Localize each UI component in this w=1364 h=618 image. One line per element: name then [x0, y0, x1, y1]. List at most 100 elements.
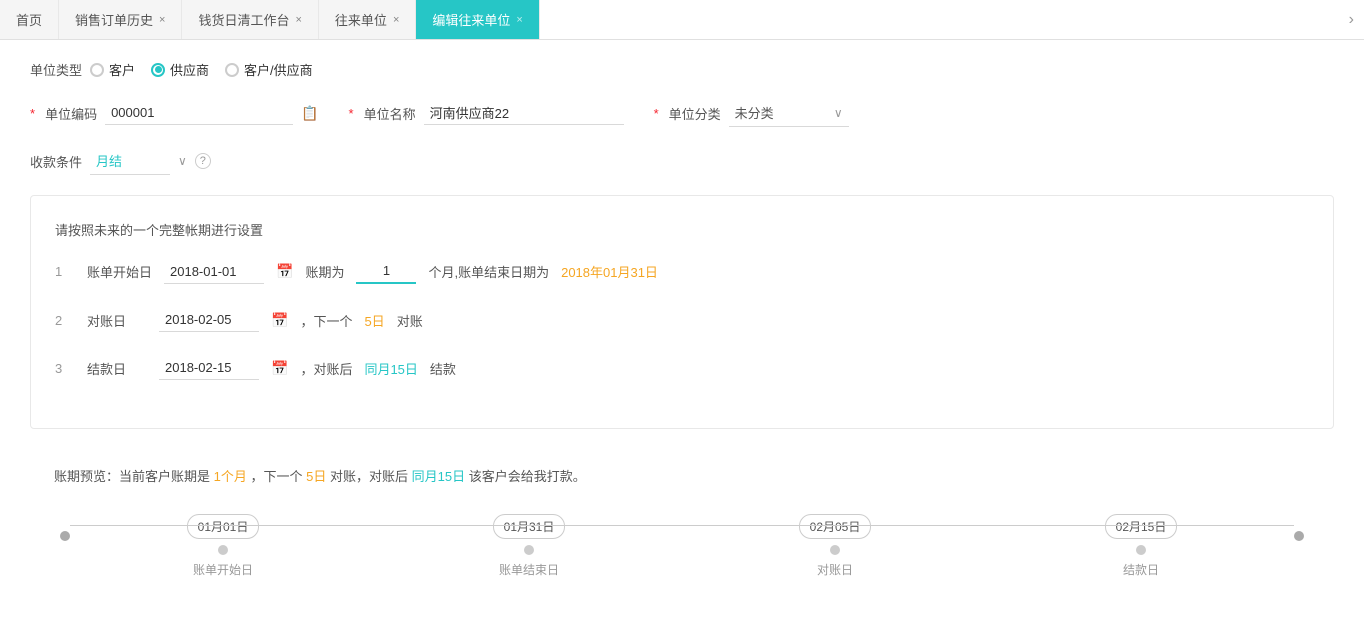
timeline-inner: 01月01日 账单开始日 01月31日 账单结束日 02月05日 对账 — [70, 514, 1294, 578]
timeline-item-4: 02月15日 结款日 — [1105, 514, 1178, 578]
tab-partners[interactable]: 往来单位 × — [319, 0, 416, 39]
row-label-1: 账单开始日 — [87, 262, 152, 281]
reconcile-suffix-before: ，下一个 — [300, 311, 352, 330]
unit-category-value: 未分类 — [735, 103, 774, 122]
radio-supplier[interactable]: 供应商 — [151, 60, 209, 79]
unit-info-row: * 单位编码 📋 * 单位名称 * 单位分类 未分类 ∨ — [30, 99, 1334, 127]
preview-highlight2: 5日 — [306, 469, 326, 484]
timeline-dot-4 — [1136, 545, 1146, 555]
unit-category-star: * — [654, 106, 659, 121]
timeline-line — [70, 525, 1294, 526]
row-num-2: 2 — [55, 313, 75, 328]
payment-suffix-before: ，对账后 — [300, 359, 352, 378]
unit-code-input[interactable] — [105, 101, 293, 125]
payment-terms-row: 收款条件 月结 ∨ ? — [30, 147, 1334, 175]
tab-partners-label: 往来单位 — [335, 10, 387, 29]
tab-sales-history[interactable]: 销售订单历史 × — [59, 0, 182, 39]
unit-code-star: * — [30, 106, 35, 121]
timeline-section: 01月01日 账单开始日 01月31日 账单结束日 02月05日 对账 — [30, 504, 1334, 598]
tab-cash-workbench-close[interactable]: × — [295, 14, 301, 26]
preview-sep2: 对账，对账后 — [330, 469, 408, 484]
unit-category-dropdown[interactable]: 未分类 ∨ — [729, 99, 849, 127]
timeline-item-3: 02月05日 对账日 — [799, 514, 872, 578]
preview-prefix: 账期预览：当前客户账期是 — [54, 469, 210, 484]
reconcile-date-input[interactable] — [159, 308, 259, 332]
preview-suffix: 该客户会给我打款。 — [469, 469, 586, 484]
unit-type-row: 单位类型 客户 供应商 客户/供应商 — [30, 60, 1334, 79]
timeline-dot-1 — [218, 545, 228, 555]
tab-cash-workbench-label: 钱货日清工作台 — [198, 10, 289, 29]
payment-suffix-after: 结款 — [430, 359, 456, 378]
start-date-calendar-icon[interactable]: 📅 — [276, 263, 293, 280]
tab-partners-close[interactable]: × — [393, 14, 399, 26]
row-num-3: 3 — [55, 361, 75, 376]
unit-name-group: * 单位名称 — [349, 101, 624, 125]
payment-terms-arrow[interactable]: ∨ — [178, 154, 187, 168]
unit-code-label: 单位编码 — [45, 104, 97, 123]
timeline-item-1: 01月01日 账单开始日 — [187, 514, 260, 578]
reconcile-highlight: 5日 — [364, 311, 384, 330]
radio-customer[interactable]: 客户 — [90, 60, 135, 79]
period-end-date: 2018年01月31日 — [561, 262, 658, 281]
tab-home[interactable]: 首页 — [0, 0, 59, 39]
payment-terms-label: 收款条件 — [30, 152, 82, 171]
unit-category-group: * 单位分类 未分类 ∨ — [654, 99, 849, 127]
unit-type-group: 单位类型 客户 供应商 客户/供应商 — [30, 60, 313, 79]
timeline-badge-4: 02月15日 — [1105, 514, 1178, 539]
unit-category-label: 单位分类 — [669, 104, 721, 123]
radio-both-circle — [225, 63, 239, 77]
unit-name-input[interactable] — [424, 101, 624, 125]
preview-highlight1: 1个月 — [214, 469, 247, 484]
timeline-end-dot — [1294, 531, 1304, 541]
main-content: 单位类型 客户 供应商 客户/供应商 * 单位编码 — [0, 40, 1364, 618]
preview-sep1: ，下一个 — [251, 469, 303, 484]
timeline-badge-1: 01月01日 — [187, 514, 260, 539]
radio-customer-circle — [90, 63, 104, 77]
radio-both-label: 客户/供应商 — [244, 60, 313, 79]
preview-section: 账期预览：当前客户账期是 1个月 ，下一个 5日 对账，对账后 同月15日 该客… — [30, 449, 1334, 504]
help-icon[interactable]: ? — [195, 153, 211, 169]
timeline-label-2: 账单结束日 — [499, 561, 559, 578]
copy-icon[interactable]: 📋 — [301, 105, 318, 122]
timeline-badge-3: 02月05日 — [799, 514, 872, 539]
tab-edit-partner[interactable]: 编辑往来单位 × — [416, 0, 539, 39]
timeline-start-dot — [60, 531, 70, 541]
reconcile-date-calendar-icon[interactable]: 📅 — [271, 312, 288, 329]
payment-highlight: 同月15日 — [364, 359, 417, 378]
tab-edit-partner-close[interactable]: × — [516, 14, 522, 26]
unit-code-group: * 单位编码 📋 — [30, 101, 319, 125]
tab-cash-workbench[interactable]: 钱货日清工作台 × — [182, 0, 318, 39]
timeline-label-4: 结款日 — [1123, 561, 1159, 578]
settings-panel: 请按照未来的一个完整帐期进行设置 1 账单开始日 📅 账期为 个月,账单结束日期… — [30, 195, 1334, 429]
radio-supplier-circle — [151, 63, 165, 77]
tab-edit-partner-label: 编辑往来单位 — [432, 10, 510, 29]
row-label-2: 对账日 — [87, 311, 147, 330]
radio-both[interactable]: 客户/供应商 — [225, 60, 313, 79]
timeline-label-1: 账单开始日 — [193, 561, 253, 578]
settings-row-3: 3 结款日 📅 ，对账后 同月15日 结款 — [55, 356, 1309, 380]
preview-highlight3: 同月15日 — [412, 469, 465, 484]
timeline-badge-2: 01月31日 — [493, 514, 566, 539]
radio-group: 客户 供应商 客户/供应商 — [90, 60, 313, 79]
start-date-input[interactable] — [164, 260, 264, 284]
payment-date-input[interactable] — [159, 356, 259, 380]
tab-sales-history-close[interactable]: × — [159, 14, 165, 26]
period-suffix: 个月,账单结束日期为 — [428, 262, 549, 281]
reconcile-suffix-after: 对账 — [397, 311, 423, 330]
radio-customer-label: 客户 — [109, 60, 135, 79]
payment-date-calendar-icon[interactable]: 📅 — [271, 360, 288, 377]
timeline-item-2: 01月31日 账单结束日 — [493, 514, 566, 578]
payment-terms-dropdown-group: 月结 ∨ — [90, 147, 187, 175]
period-input[interactable] — [356, 259, 416, 284]
payment-terms-value[interactable]: 月结 — [90, 147, 170, 175]
timeline-dot-2 — [524, 545, 534, 555]
unit-type-label: 单位类型 — [30, 60, 82, 79]
tab-bar: 首页 销售订单历史 × 钱货日清工作台 × 往来单位 × 编辑往来单位 × › — [0, 0, 1364, 40]
timeline-dot-3 — [830, 545, 840, 555]
tab-expand-button[interactable]: › — [1339, 0, 1364, 39]
row-num-1: 1 — [55, 264, 75, 279]
payment-terms-group: 收款条件 月结 ∨ ? — [30, 147, 211, 175]
tab-sales-history-label: 销售订单历史 — [75, 10, 153, 29]
timeline-wrapper: 01月01日 账单开始日 01月31日 账单结束日 02月05日 对账 — [60, 514, 1304, 578]
timeline-label-3: 对账日 — [817, 561, 853, 578]
